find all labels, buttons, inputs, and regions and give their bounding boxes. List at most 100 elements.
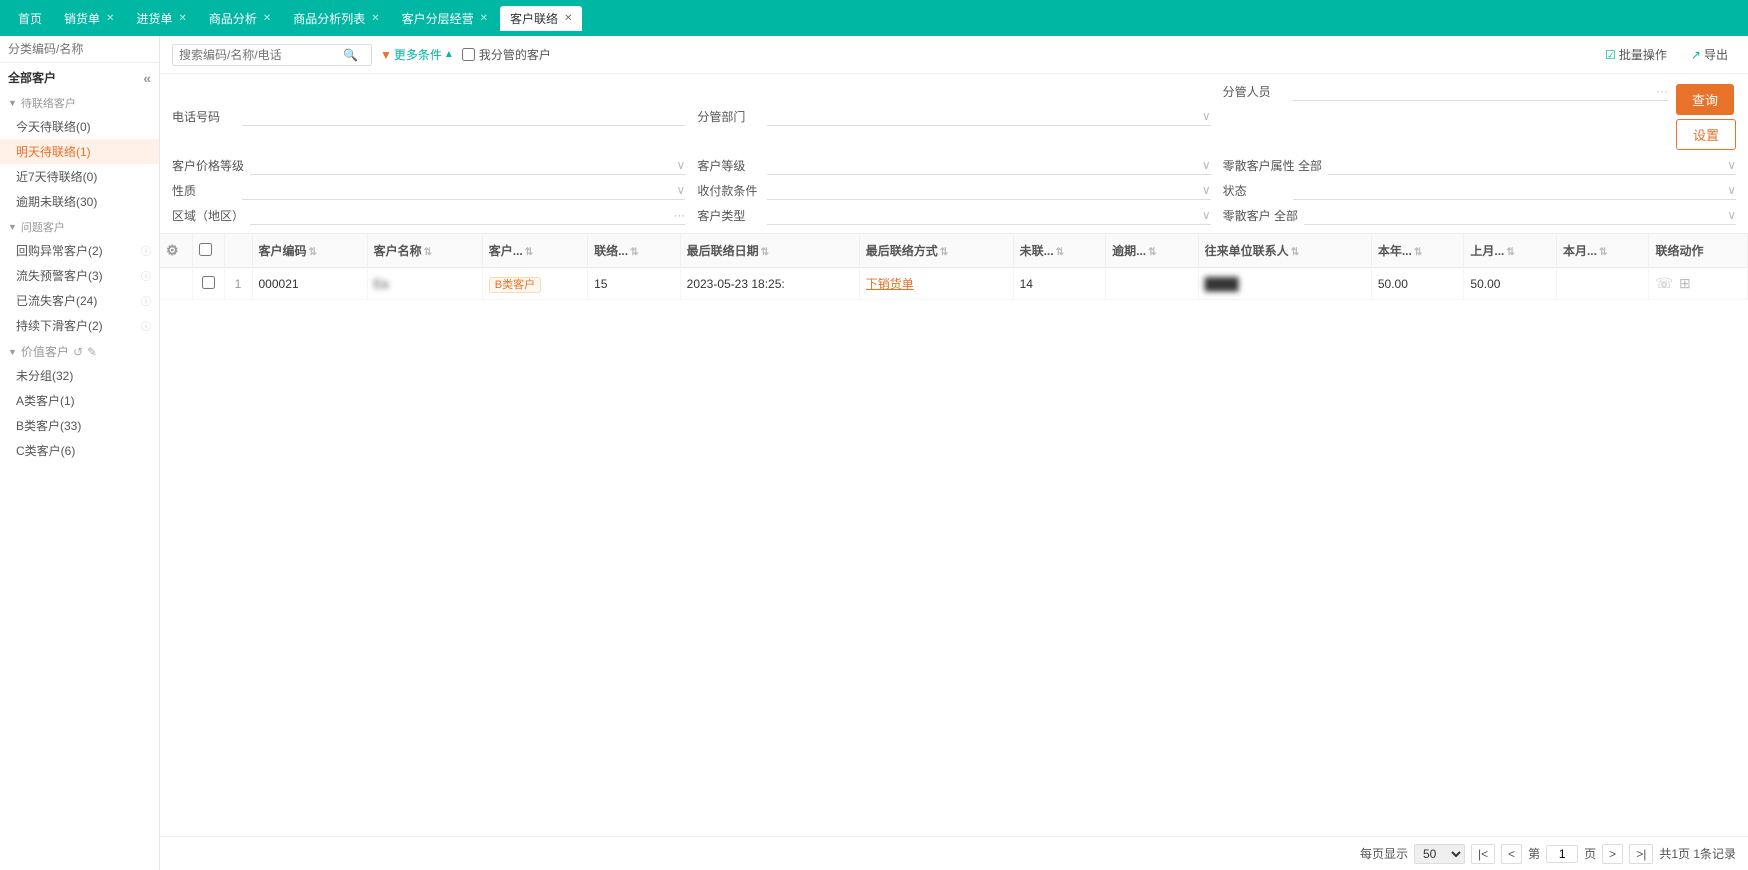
filter-select-status[interactable]: ∨ <box>1293 181 1736 200</box>
sidebar-item-today-pending[interactable]: 今天待联络(0) <box>0 114 159 139</box>
filter-select-nature[interactable]: ∨ <box>242 181 685 200</box>
close-icon[interactable]: ✕ <box>178 13 186 24</box>
col-this-year[interactable]: 本年...⇅ <box>1371 234 1464 268</box>
sidebar-item-7day-pending[interactable]: 近7天待联络(0) <box>0 164 159 189</box>
grid-action-icon[interactable]: ⊞ <box>1679 275 1691 292</box>
filter-select-manager[interactable]: ··· <box>1293 82 1668 101</box>
sidebar-item-tomorrow-pending[interactable]: 明天待联络(1) <box>0 139 159 164</box>
filter-select-region[interactable]: ··· <box>250 206 685 225</box>
sidebar-item-repurchase-abnormal[interactable]: 回购异常客户(2)ⓘ <box>0 238 159 263</box>
filter-select-dept[interactable]: ∨ <box>767 107 1210 126</box>
sidebar-item-c-class[interactable]: C类客户(6) <box>0 438 159 463</box>
set-button[interactable]: 设置 <box>1676 119 1736 150</box>
settings-icon[interactable]: ⚙ <box>166 242 179 258</box>
per-page-select[interactable]: 50 100 200 <box>1414 844 1465 864</box>
sidebar-item-overdue[interactable]: 逾期未联络(30) <box>0 189 159 214</box>
row-contact-count: 15 <box>588 268 681 300</box>
filter-select-price-level[interactable]: ∨ <box>250 156 685 175</box>
close-icon[interactable]: ✕ <box>564 13 572 24</box>
chevron-down-icon: ∨ <box>1202 158 1211 172</box>
filter-row-customer-type: 客户类型 ∨ <box>697 206 1210 225</box>
row-settings-cell <box>160 268 192 300</box>
query-button[interactable]: 查询 <box>1676 84 1734 115</box>
filter-select-payment[interactable]: ∨ <box>767 181 1210 200</box>
col-last-contact-date[interactable]: 最后联络日期⇅ <box>680 234 859 268</box>
close-icon[interactable]: ✕ <box>263 13 271 24</box>
table-area: ⚙ 客户编码⇅ 客户名称⇅ 客户...⇅ <box>160 234 1748 836</box>
nav-product-analysis-list[interactable]: 商品分析列表 ✕ <box>283 6 389 31</box>
page-unit: 页 <box>1584 845 1596 862</box>
phone-action-icon[interactable]: ☏ <box>1655 275 1673 292</box>
col-settings[interactable]: ⚙ <box>160 234 192 268</box>
sidebar-item-churn-warning[interactable]: 流失预警客户(3)ⓘ <box>0 263 159 288</box>
row-not-contacted: 14 <box>1013 268 1106 300</box>
col-action: 联络动作 <box>1649 234 1748 268</box>
filter-select-customer-type[interactable]: ∨ <box>767 206 1210 225</box>
nav-product-analysis[interactable]: 商品分析 ✕ <box>199 6 281 31</box>
nav-customer-contact[interactable]: 客户联络 ✕ <box>500 6 582 31</box>
export-icon: ↗ <box>1691 48 1701 62</box>
sidebar-item-churned[interactable]: 已流失客户(24)ⓘ <box>0 288 159 313</box>
search-bar: 🔍 ▼ 更多条件 ▲ 我分管的客户 ☑ 批量操作 ↗ 导出 <box>160 36 1748 74</box>
sort-icon: ⇅ <box>1056 247 1064 258</box>
last-page-button[interactable]: >| <box>1629 844 1653 864</box>
row-overdue <box>1106 268 1199 300</box>
nav-customer-layering[interactable]: 客户分层经营 ✕ <box>392 6 498 31</box>
row-checkbox[interactable] <box>202 276 215 289</box>
table-row: 1 000021 Ea B类客户 15 2023-05-23 18:25: 下销… <box>160 268 1748 300</box>
col-customer-code[interactable]: 客户编码⇅ <box>252 234 367 268</box>
col-customer-type[interactable]: 客户...⇅ <box>482 234 587 268</box>
filter-select-retail-customer[interactable]: ∨ <box>1304 206 1736 225</box>
sidebar-search-input[interactable] <box>8 42 160 56</box>
sidebar-item-b-class[interactable]: B类客户(33) <box>0 413 159 438</box>
col-not-contacted[interactable]: 未联...⇅ <box>1013 234 1106 268</box>
nav-home[interactable]: 首页 <box>8 6 52 31</box>
col-last-contact-method[interactable]: 最后联络方式⇅ <box>859 234 1013 268</box>
all-customers-title[interactable]: 全部客户 « <box>0 63 159 90</box>
more-filter-button[interactable]: ▼ 更多条件 ▲ <box>380 46 454 63</box>
sidebar-group-problem: 问题客户 <box>0 214 159 238</box>
export-button[interactable]: ↗ 导出 <box>1683 42 1736 67</box>
nav-sales-order[interactable]: 销货单 ✕ <box>54 6 124 31</box>
close-icon[interactable]: ✕ <box>371 13 379 24</box>
sidebar-item-ungrouped[interactable]: 未分组(32) <box>0 363 159 388</box>
chevron-down-icon: ∨ <box>1202 208 1211 222</box>
col-overdue[interactable]: 逾期...⇅ <box>1106 234 1199 268</box>
sidebar-item-a-class[interactable]: A类客户(1) <box>0 388 159 413</box>
filter-row-retail-customer: 零散客户 全部 ∨ <box>1223 206 1736 225</box>
sort-icon: ⇅ <box>424 247 432 258</box>
page-input[interactable] <box>1546 845 1578 863</box>
row-checkbox-cell[interactable] <box>192 268 224 300</box>
col-last-month[interactable]: 上月...⇅ <box>1464 234 1557 268</box>
search-input[interactable] <box>179 48 339 62</box>
next-page-button[interactable]: > <box>1602 844 1623 864</box>
search-icon[interactable]: 🔍 <box>343 48 358 62</box>
sort-icon: ⇅ <box>761 247 769 258</box>
sidebar-item-declining[interactable]: 持续下滑客户(2)ⓘ <box>0 313 159 338</box>
filter-row-retail-attr: 零散客户属性 全部 ∨ <box>1223 156 1736 175</box>
col-unit-contact[interactable]: 往来单位联系人⇅ <box>1198 234 1371 268</box>
filter-input-phone[interactable] <box>242 107 685 126</box>
first-page-button[interactable]: |< <box>1471 844 1495 864</box>
nav-purchase-order[interactable]: 进货单 ✕ <box>126 6 196 31</box>
select-all-checkbox[interactable] <box>199 243 212 256</box>
close-icon[interactable]: ✕ <box>480 13 488 24</box>
col-customer-name[interactable]: 客户名称⇅ <box>367 234 482 268</box>
batch-op-button[interactable]: ☑ 批量操作 <box>1597 42 1675 67</box>
filter-select-customer-level[interactable]: ∨ <box>767 156 1210 175</box>
row-customer-type: B类客户 <box>482 268 587 300</box>
row-unit-contact: ████ <box>1198 268 1371 300</box>
col-contact-count[interactable]: 联络...⇅ <box>588 234 681 268</box>
sort-icon: ⇅ <box>1414 247 1422 258</box>
filter-select-retail-attr[interactable]: ∨ <box>1328 156 1736 175</box>
row-action: ☏ ⊞ <box>1649 268 1748 300</box>
col-this-month[interactable]: 本月...⇅ <box>1556 234 1649 268</box>
close-icon[interactable]: ✕ <box>106 13 114 24</box>
prev-page-button[interactable]: < <box>1501 844 1522 864</box>
my-customers-checkbox-label[interactable]: 我分管的客户 <box>462 46 551 63</box>
row-last-contact-method[interactable]: 下销货单 <box>859 268 1013 300</box>
filter-label-payment: 收付款条件 <box>697 182 761 199</box>
row-this-year: 50.00 <box>1371 268 1464 300</box>
sort-icon: ⇅ <box>309 247 317 258</box>
my-customers-checkbox[interactable] <box>462 48 475 61</box>
